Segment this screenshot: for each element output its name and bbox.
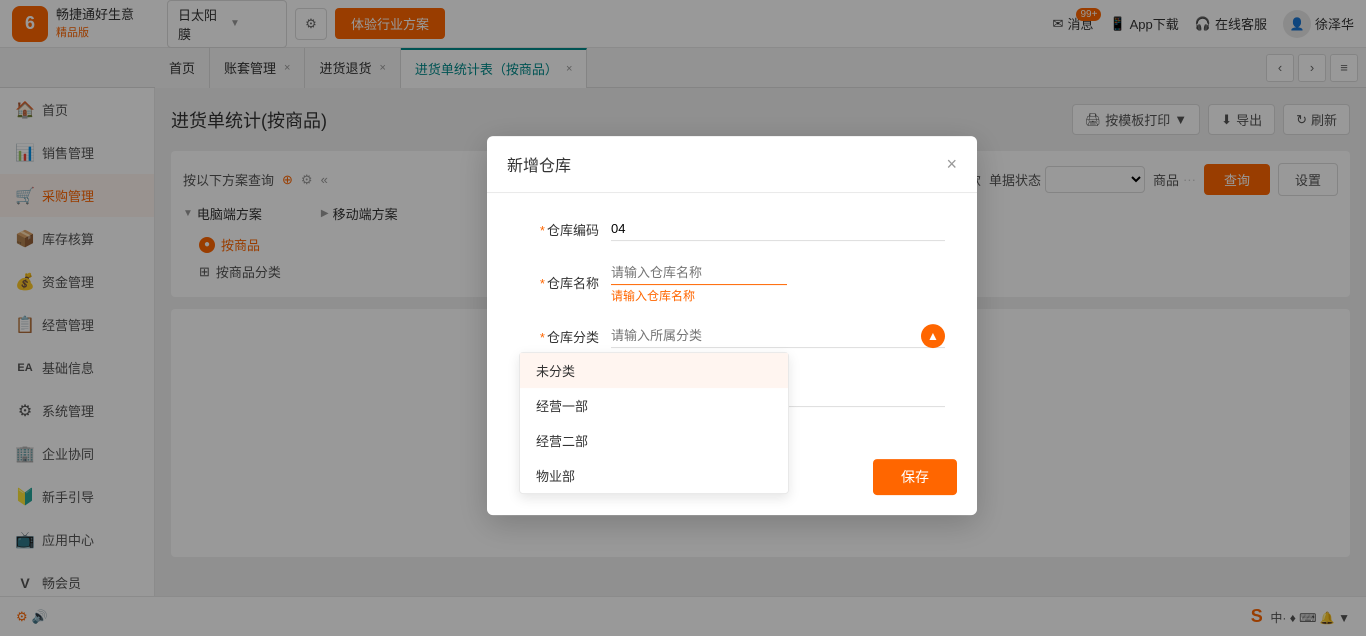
category-toggle-button[interactable]: ▲ — [921, 324, 945, 348]
category-required-star: * — [540, 330, 545, 345]
code-required-star: * — [540, 223, 545, 238]
modal-header: 新增仓库 × — [487, 136, 977, 193]
modal-close-button[interactable]: × — [946, 155, 957, 173]
add-warehouse-modal: 新增仓库 × *仓库编码 *仓库名称 请输入仓库名称 — [487, 136, 977, 515]
name-label: *仓库名称 — [519, 273, 599, 292]
category-input[interactable] — [611, 324, 945, 348]
dropdown-item-dept1[interactable]: 经营一部 — [520, 388, 788, 423]
category-input-wrapper: ▲ 未分类 经营一部 经营二部 物业部 — [611, 324, 945, 348]
modal-title: 新增仓库 — [507, 152, 571, 176]
form-row-category: *仓库分类 ▲ 未分类 经营一部 经营二部 物业部 — [519, 324, 945, 348]
category-dropdown: 未分类 经营一部 经营二部 物业部 — [519, 352, 789, 494]
modal-body: *仓库编码 *仓库名称 请输入仓库名称 *仓库分类 ▲ — [487, 193, 977, 447]
dropdown-item-dept3[interactable]: 物业部 — [520, 458, 788, 493]
category-label: *仓库分类 — [519, 327, 599, 346]
code-input[interactable] — [611, 217, 945, 241]
form-row-code: *仓库编码 — [519, 217, 945, 241]
save-button[interactable]: 保存 — [873, 459, 957, 495]
name-error-msg: 请输入仓库名称 — [611, 287, 945, 304]
name-required-star: * — [540, 276, 545, 291]
code-label: *仓库编码 — [519, 220, 599, 239]
name-input-wrapper: 请输入仓库名称 — [611, 261, 945, 304]
form-row-name: *仓库名称 请输入仓库名称 — [519, 261, 945, 304]
dropdown-item-unclassified[interactable]: 未分类 — [520, 353, 788, 388]
name-input[interactable] — [611, 261, 787, 285]
dropdown-item-dept2[interactable]: 经营二部 — [520, 423, 788, 458]
